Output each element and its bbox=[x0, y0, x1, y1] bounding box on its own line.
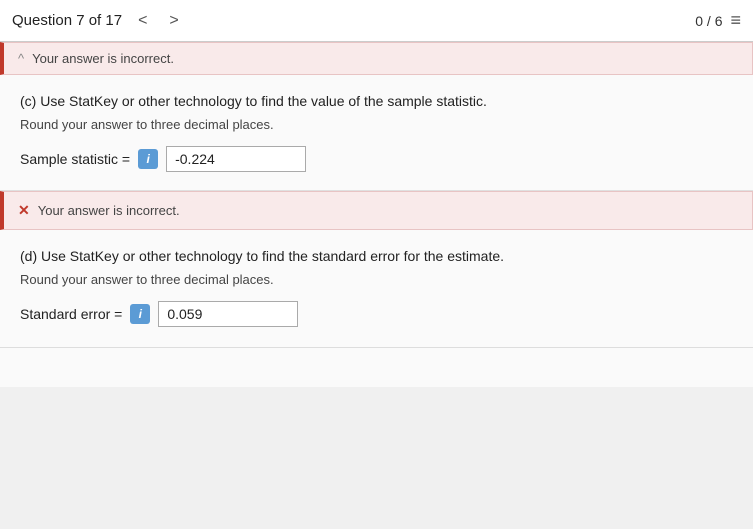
next-button[interactable]: > bbox=[163, 10, 184, 32]
part-d-input-label: Standard error = bbox=[20, 306, 122, 322]
part-c-section: (c) Use StatKey or other technology to f… bbox=[0, 75, 753, 191]
bottom-bar bbox=[0, 347, 753, 387]
mid-incorrect-banner: ✕ Your answer is incorrect. bbox=[0, 191, 753, 230]
menu-icon[interactable]: ≡ bbox=[730, 10, 741, 31]
part-c-input-row: Sample statistic = i bbox=[20, 146, 733, 172]
content-area: ^ Your answer is incorrect. (c) Use Stat… bbox=[0, 42, 753, 387]
part-d-answer-input[interactable] bbox=[158, 301, 298, 327]
top-bar: Question 7 of 17 < > 0 / 6 ≡ bbox=[0, 0, 753, 42]
score-label: 0 / 6 bbox=[695, 13, 722, 29]
question-label: Question 7 of 17 bbox=[12, 12, 122, 29]
part-d-input-row: Standard error = i bbox=[20, 301, 733, 327]
part-c-round-note: Round your answer to three decimal place… bbox=[20, 117, 733, 132]
part-d-round-note: Round your answer to three decimal place… bbox=[20, 272, 733, 287]
part-c-instruction: (c) Use StatKey or other technology to f… bbox=[20, 93, 733, 109]
part-d-section: (d) Use StatKey or other technology to f… bbox=[0, 230, 753, 347]
part-d-info-button[interactable]: i bbox=[130, 304, 150, 324]
part-c-input-label: Sample statistic = bbox=[20, 151, 130, 167]
caret-icon: ^ bbox=[18, 51, 24, 66]
top-incorrect-banner: ^ Your answer is incorrect. bbox=[0, 42, 753, 75]
mid-incorrect-text: Your answer is incorrect. bbox=[38, 203, 180, 218]
part-c-answer-input[interactable] bbox=[166, 146, 306, 172]
part-d-instruction: (d) Use StatKey or other technology to f… bbox=[20, 248, 733, 264]
top-bar-right: 0 / 6 ≡ bbox=[695, 10, 741, 31]
prev-button[interactable]: < bbox=[132, 10, 153, 32]
top-incorrect-text: Your answer is incorrect. bbox=[32, 51, 174, 66]
top-bar-left: Question 7 of 17 < > bbox=[12, 10, 185, 32]
part-c-info-button[interactable]: i bbox=[138, 149, 158, 169]
x-icon: ✕ bbox=[18, 202, 30, 219]
